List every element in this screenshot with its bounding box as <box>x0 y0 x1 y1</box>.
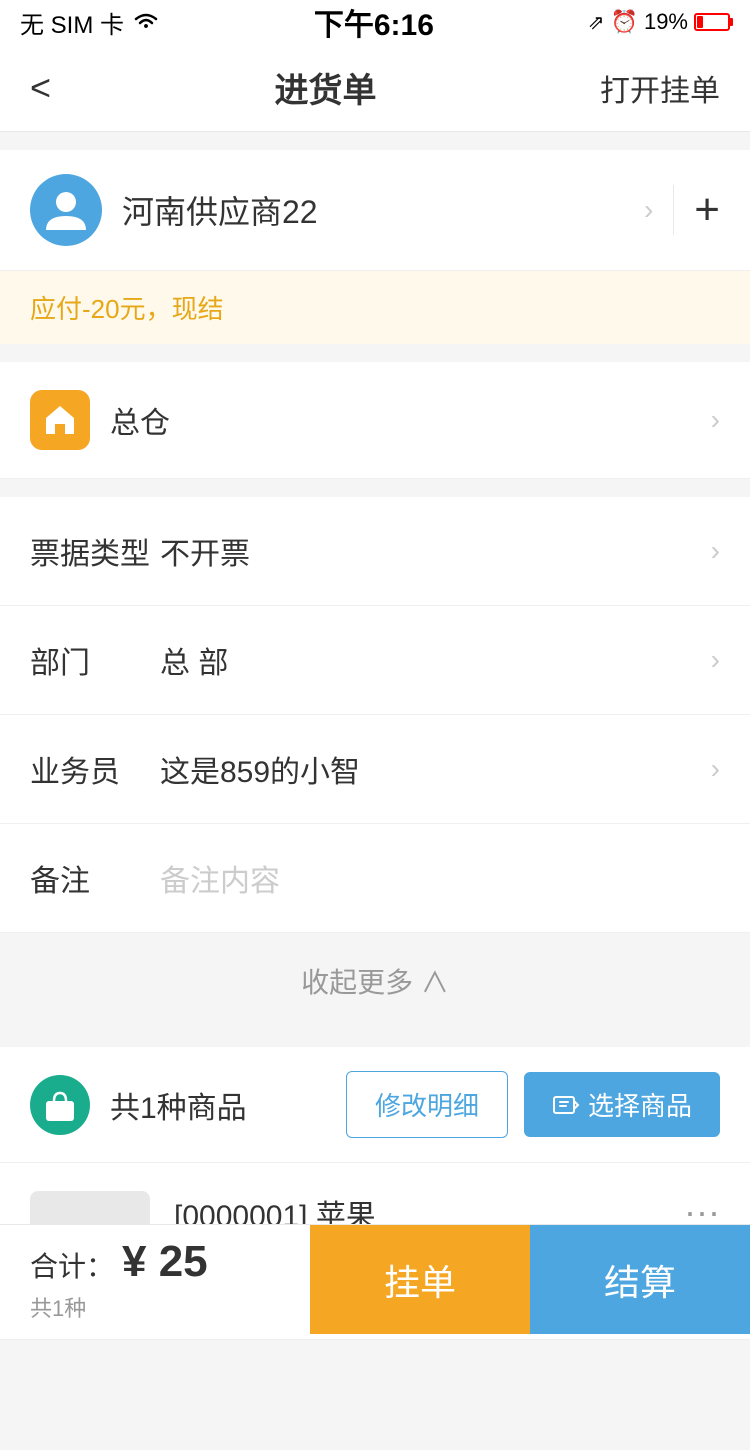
alarm-icon: ⏰ <box>611 9 638 35</box>
section-gap-4 <box>0 1029 750 1047</box>
vertical-divider <box>673 185 674 235</box>
status-bar: 无 SIM 卡 下午6:16 ⇗ ⏰ 19% <box>0 0 750 44</box>
person-icon <box>42 186 90 234</box>
department-label: 部门 <box>30 638 160 682</box>
total-text-wrap: 合计： ¥ 25 共1种 <box>30 1237 208 1323</box>
checkout-button[interactable]: 结算 <box>530 1225 750 1334</box>
supplier-name: 河南供应商22 <box>122 187 644 233</box>
supplier-section: 河南供应商22 › + 应付-20元，现结 <box>0 150 750 344</box>
bag-icon <box>42 1087 78 1123</box>
battery-text: 19% <box>644 9 688 35</box>
edit-detail-button[interactable]: 修改明细 <box>346 1071 508 1138</box>
department-chevron-icon: › <box>711 644 720 676</box>
select-product-icon <box>552 1091 580 1119</box>
warehouse-row[interactable]: 总仓 › <box>0 362 750 479</box>
nav-bar: < 进货单 打开挂单 <box>0 44 750 132</box>
salesperson-row[interactable]: 业务员 这是859的小智 › <box>0 715 750 824</box>
invoice-type-value: 不开票 <box>160 529 701 573</box>
collapse-row[interactable]: 收起更多 ∧ <box>0 933 750 1029</box>
department-value: 总 部 <box>160 638 701 682</box>
page-title: 进货单 <box>275 63 377 112</box>
add-button[interactable]: + <box>694 185 720 235</box>
products-header: 共1种商品 修改明细 选择商品 <box>0 1047 750 1163</box>
remark-value: 备注内容 <box>160 856 710 900</box>
hang-label: 挂单 <box>384 1254 456 1306</box>
hang-button[interactable]: 挂单 <box>310 1225 530 1334</box>
battery-icon <box>694 13 730 31</box>
section-gap-2 <box>0 344 750 362</box>
carrier-text: 无 SIM 卡 <box>20 5 124 40</box>
section-gap-3 <box>0 479 750 497</box>
total-sub: 共1种 <box>30 1291 208 1323</box>
remark-row[interactable]: 备注 备注内容 <box>0 824 750 933</box>
wifi-icon <box>132 12 160 32</box>
invoice-type-chevron-icon: › <box>711 535 720 567</box>
section-gap-1 <box>0 132 750 150</box>
notice-text: 应付-20元，现结 <box>30 294 224 324</box>
status-left: 无 SIM 卡 <box>20 5 160 40</box>
total-section: 合计： ¥ 25 共1种 <box>0 1225 310 1334</box>
products-count: 共1种商品 <box>110 1083 346 1127</box>
remark-label: 备注 <box>30 856 160 900</box>
salesperson-chevron-icon: › <box>711 753 720 785</box>
supplier-row[interactable]: 河南供应商22 › + <box>0 150 750 271</box>
supplier-chevron-icon: › <box>644 194 653 226</box>
spacer-bottom <box>0 1340 750 1450</box>
warehouse-chevron-icon: › <box>711 404 720 436</box>
collapse-text: 收起更多 ∧ <box>301 961 449 1001</box>
warehouse-icon-bg <box>30 390 90 450</box>
warehouse-section: 总仓 › <box>0 362 750 479</box>
notice-banner: 应付-20元，现结 <box>0 271 750 344</box>
total-label: 合计： <box>30 1245 114 1285</box>
invoice-type-label: 票据类型 <box>30 529 160 573</box>
warehouse-label: 总仓 <box>110 398 170 442</box>
status-right: ⇗ ⏰ 19% <box>588 9 730 35</box>
select-product-button[interactable]: 选择商品 <box>524 1072 720 1137</box>
checkout-label: 结算 <box>604 1254 676 1306</box>
house-icon <box>42 402 78 438</box>
supplier-avatar <box>30 174 102 246</box>
invoice-type-row[interactable]: 票据类型 不开票 › <box>0 497 750 606</box>
department-row[interactable]: 部门 总 部 › <box>0 606 750 715</box>
bottom-bar: 合计： ¥ 25 共1种 挂单 结算 <box>0 1224 750 1334</box>
salesperson-label: 业务员 <box>30 747 160 791</box>
status-time: 下午6:16 <box>314 0 434 44</box>
open-hang-button[interactable]: 打开挂单 <box>600 66 720 110</box>
salesperson-value: 这是859的小智 <box>160 747 701 791</box>
location-icon: ⇗ <box>588 10 605 35</box>
back-button[interactable]: < <box>30 67 51 109</box>
select-product-label: 选择商品 <box>588 1086 692 1123</box>
products-icon-bg <box>30 1075 90 1135</box>
total-amount: ¥ 25 <box>122 1237 208 1287</box>
form-section: 票据类型 不开票 › 部门 总 部 › 业务员 这是859的小智 › 备注 备注… <box>0 497 750 933</box>
